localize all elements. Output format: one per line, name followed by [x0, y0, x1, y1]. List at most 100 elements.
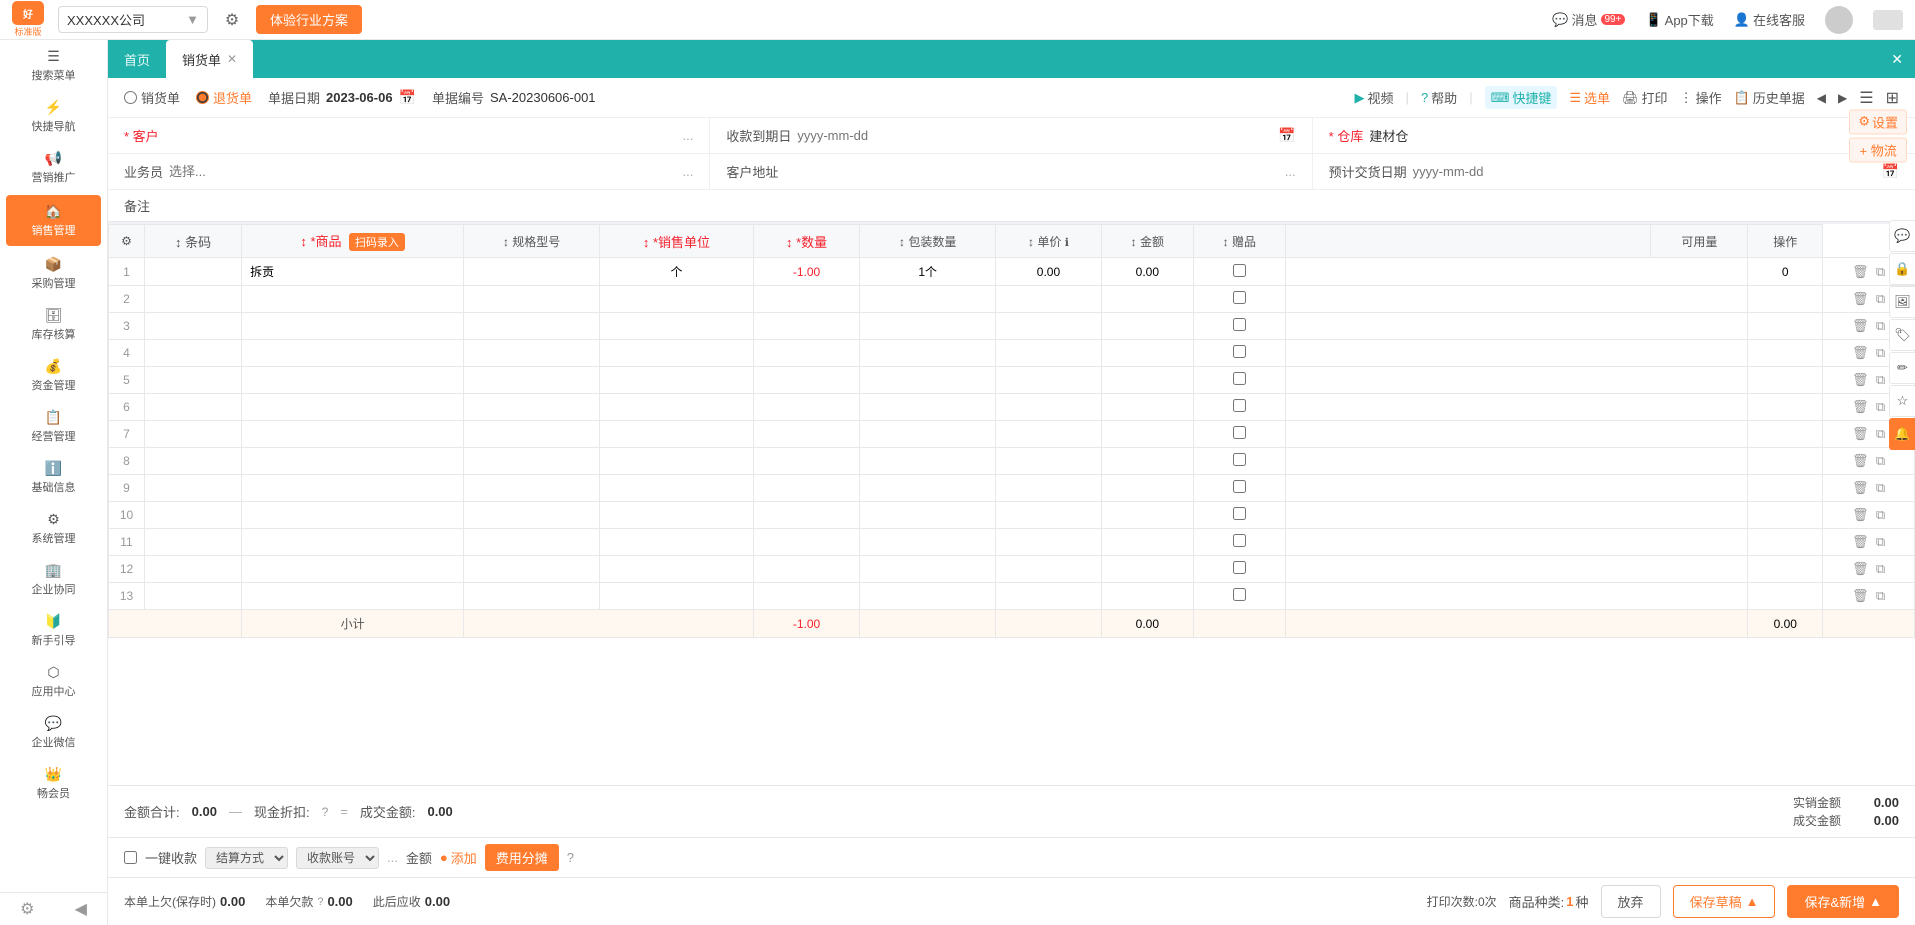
- payment-account-dots[interactable]: ...: [387, 850, 398, 865]
- history-button[interactable]: 📋 历史单据: [1734, 88, 1805, 107]
- delivery-date-calendar-icon[interactable]: 📅: [1882, 163, 1899, 180]
- customer-input[interactable]: [165, 128, 677, 143]
- float-star-button[interactable]: ☆: [1889, 385, 1915, 417]
- payment-account-select[interactable]: 收款账号 账号: [296, 847, 379, 869]
- operations-button[interactable]: ⋮ 操作: [1680, 88, 1722, 107]
- company-selector[interactable]: XXXXXX公司 ▼: [58, 6, 208, 33]
- payment-method-select[interactable]: 结算方式: [205, 847, 288, 869]
- tab-home[interactable]: 首页: [108, 40, 166, 78]
- float-edit-button[interactable]: ✏: [1889, 352, 1915, 384]
- tab-close-all[interactable]: ✕: [1891, 51, 1915, 68]
- delete-icon[interactable]: 🗑: [1852, 291, 1869, 306]
- help-button[interactable]: ? 帮助: [1421, 88, 1457, 107]
- copy-icon[interactable]: ⧉: [1876, 291, 1885, 306]
- list-view-button[interactable]: ☰: [1859, 88, 1873, 108]
- delete-icon[interactable]: 🗑: [1852, 534, 1869, 549]
- logistics-button[interactable]: + 物流: [1849, 137, 1907, 162]
- settings-button[interactable]: ⚙ 设置: [1849, 109, 1907, 134]
- sidebar-item-basic[interactable]: ℹ️ 基础信息: [0, 452, 107, 503]
- sidebar-collapse-button[interactable]: ◀: [75, 899, 87, 919]
- print-button[interactable]: 🖨 打印: [1622, 88, 1668, 107]
- gear-icon[interactable]: ⚙: [218, 6, 246, 34]
- float-image-button[interactable]: 🖼: [1889, 286, 1915, 318]
- copy-icon[interactable]: ⧉: [1876, 588, 1885, 603]
- overdue-info-icon[interactable]: ?: [317, 896, 323, 908]
- copy-icon[interactable]: ⧉: [1876, 453, 1885, 468]
- prev-record-button[interactable]: ◀: [1817, 91, 1826, 105]
- due-date-calendar-icon[interactable]: 📅: [1278, 127, 1295, 144]
- shortcut-button[interactable]: ⌨ 快捷键: [1485, 86, 1558, 109]
- select-order-button[interactable]: ☰ 选单: [1569, 88, 1610, 107]
- tab-sales-order[interactable]: 销货单 ✕: [166, 40, 253, 78]
- float-tag-button[interactable]: 🏷: [1889, 319, 1915, 351]
- float-alert-button[interactable]: 🔔: [1889, 418, 1915, 450]
- delivery-date-input[interactable]: [1413, 164, 1876, 179]
- copy-icon[interactable]: ⧉: [1876, 372, 1885, 387]
- avatar[interactable]: [1825, 6, 1853, 34]
- delete-icon[interactable]: 🗑: [1852, 318, 1869, 333]
- sidebar-item-purchase[interactable]: 📦 采购管理: [0, 248, 107, 299]
- delete-icon[interactable]: 🗑: [1852, 480, 1869, 495]
- customer-addr-dots[interactable]: ...: [1285, 164, 1296, 179]
- sidebar-item-marketing[interactable]: 📢 营销推广: [0, 142, 107, 193]
- discard-button[interactable]: 放弃: [1601, 885, 1661, 918]
- copy-icon[interactable]: ⧉: [1876, 264, 1885, 279]
- sidebar-item-quick[interactable]: ⚡ 快捷导航: [0, 91, 107, 142]
- save-draft-button[interactable]: 保存草稿 ▲: [1673, 885, 1776, 918]
- save-new-button[interactable]: 保存&新增 ▲: [1787, 885, 1899, 918]
- sidebar-settings-button[interactable]: ⚙: [20, 899, 34, 919]
- video-button[interactable]: ▶ 视频: [1355, 88, 1394, 107]
- due-date-input[interactable]: [797, 128, 1272, 143]
- salesperson-dots[interactable]: ...: [682, 164, 693, 179]
- customer-dots[interactable]: ...: [682, 128, 693, 143]
- customer-addr-input[interactable]: [784, 164, 1278, 179]
- sale-radio[interactable]: 销货单: [124, 88, 180, 107]
- delete-icon[interactable]: 🗑: [1852, 588, 1869, 603]
- salesperson-input[interactable]: [169, 164, 676, 179]
- delete-icon[interactable]: 🗑: [1852, 507, 1869, 522]
- float-lock-button[interactable]: 🔒: [1889, 253, 1915, 285]
- copy-icon[interactable]: ⧉: [1876, 534, 1885, 549]
- expense-help-icon[interactable]: ?: [567, 850, 574, 865]
- notes-input[interactable]: [156, 198, 1899, 213]
- copy-icon[interactable]: ⧉: [1876, 507, 1885, 522]
- delete-icon[interactable]: 🗑: [1852, 453, 1869, 468]
- sidebar-item-operation[interactable]: 📋 经营管理: [0, 401, 107, 452]
- copy-icon[interactable]: ⧉: [1876, 318, 1885, 333]
- sidebar-item-inventory[interactable]: 🗄 库存核算: [0, 299, 107, 350]
- sidebar-item-finance[interactable]: 💰 资金管理: [0, 350, 107, 401]
- add-payment-button[interactable]: ● 添加: [440, 848, 477, 867]
- calendar-icon[interactable]: 📅: [399, 89, 416, 106]
- sidebar-item-wechat[interactable]: 💬 企业微信: [0, 707, 107, 758]
- message-button[interactable]: 💬 消息 99+: [1552, 10, 1625, 29]
- scan-button[interactable]: 扫码录入: [349, 233, 405, 251]
- delete-icon[interactable]: 🗑: [1852, 399, 1869, 414]
- online-service-button[interactable]: 👤 在线客服: [1734, 10, 1805, 29]
- sidebar-item-appstore[interactable]: ⬡ 应用中心: [0, 656, 107, 707]
- sidebar-item-enterprise[interactable]: 🏢 企业协同: [0, 554, 107, 605]
- col-settings[interactable]: ⚙: [109, 225, 145, 258]
- sidebar-item-system[interactable]: ⚙ 系统管理: [0, 503, 107, 554]
- tab-close-icon[interactable]: ✕: [227, 52, 237, 66]
- sidebar-item-guide[interactable]: 🔰 新手引导: [0, 605, 107, 656]
- expense-split-button[interactable]: 费用分摊: [485, 844, 559, 871]
- delete-icon[interactable]: 🗑: [1852, 426, 1869, 441]
- return-radio[interactable]: 退货单: [196, 88, 252, 107]
- trial-plan-button[interactable]: 体验行业方案: [256, 5, 362, 34]
- delete-icon[interactable]: 🗑: [1852, 561, 1869, 576]
- grid-view-button[interactable]: ⊞: [1886, 88, 1899, 108]
- next-record-button[interactable]: ▶: [1838, 91, 1847, 105]
- copy-icon[interactable]: ⧉: [1876, 345, 1885, 360]
- delete-icon[interactable]: 🗑: [1852, 264, 1869, 279]
- float-comment-button[interactable]: 💬: [1889, 220, 1915, 252]
- copy-icon[interactable]: ⧉: [1876, 426, 1885, 441]
- copy-icon[interactable]: ⧉: [1876, 480, 1885, 495]
- sidebar-item-search[interactable]: ☰ 搜索菜单: [0, 40, 107, 91]
- one-click-payment-checkbox[interactable]: [124, 851, 137, 864]
- sidebar-item-sales[interactable]: 🏠 销售管理: [6, 195, 101, 246]
- discount-info-icon[interactable]: ?: [322, 805, 329, 819]
- copy-icon[interactable]: ⧉: [1876, 399, 1885, 414]
- app-download-button[interactable]: 📱 App下载: [1645, 10, 1713, 29]
- delete-icon[interactable]: 🗑: [1852, 372, 1869, 387]
- copy-icon[interactable]: ⧉: [1876, 561, 1885, 576]
